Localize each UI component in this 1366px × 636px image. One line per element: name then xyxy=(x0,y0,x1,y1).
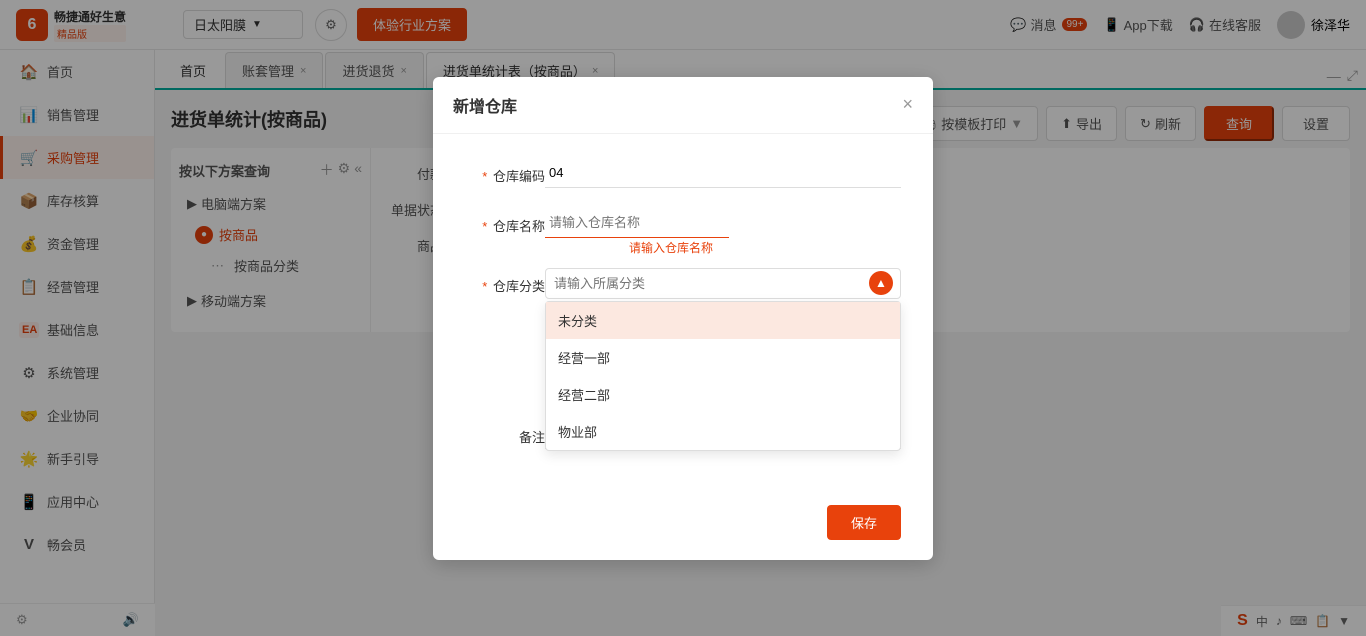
name-field-wrap: 请输入仓库名称 xyxy=(545,208,901,238)
form-row-category: * 仓库分类 ▲ 未分类 经营一部 经营二部 物业部 xyxy=(465,268,901,299)
name-error-message: 请输入仓库名称 xyxy=(629,239,713,256)
dropdown-item-dept1[interactable]: 经营一部 xyxy=(546,339,900,376)
form-row-code: * 仓库编码 xyxy=(465,158,901,188)
dropdown-toggle-button[interactable]: ▲ xyxy=(869,271,893,295)
chevron-up-icon: ▲ xyxy=(875,276,887,290)
category-dropdown-list: 未分类 经营一部 经营二部 物业部 xyxy=(545,301,901,451)
dropdown-item-unclassified[interactable]: 未分类 xyxy=(546,302,900,339)
category-dropdown-wrap: ▲ 未分类 经营一部 经营二部 物业部 xyxy=(545,268,901,299)
dropdown-item-dept3[interactable]: 物业部 xyxy=(546,413,900,450)
save-button[interactable]: 保存 xyxy=(827,505,901,540)
category-input[interactable] xyxy=(545,268,901,299)
dropdown-item-dept2[interactable]: 经营二部 xyxy=(546,376,900,413)
name-label: * 仓库名称 xyxy=(465,208,545,235)
modal-footer: 保存 xyxy=(433,493,933,560)
modal-body: * 仓库编码 * 仓库名称 请输入仓库名称 * xyxy=(433,134,933,493)
memo-label: 备注 xyxy=(465,419,545,446)
code-input[interactable] xyxy=(545,158,901,188)
modal-close-button[interactable]: × xyxy=(902,94,913,115)
new-warehouse-modal: 新增仓库 × * 仓库编码 * 仓库名称 请输入仓库名称 xyxy=(433,77,933,560)
modal-overlay[interactable]: 新增仓库 × * 仓库编码 * 仓库名称 请输入仓库名称 xyxy=(0,0,1366,636)
code-label: * 仓库编码 xyxy=(465,158,545,185)
modal-header: 新增仓库 × xyxy=(433,77,933,134)
form-row-name: * 仓库名称 请输入仓库名称 xyxy=(465,208,901,238)
category-label: * 仓库分类 xyxy=(465,268,545,295)
modal-title: 新增仓库 xyxy=(453,93,517,117)
name-input[interactable] xyxy=(545,208,729,238)
category-dropdown: ▲ xyxy=(545,268,901,299)
